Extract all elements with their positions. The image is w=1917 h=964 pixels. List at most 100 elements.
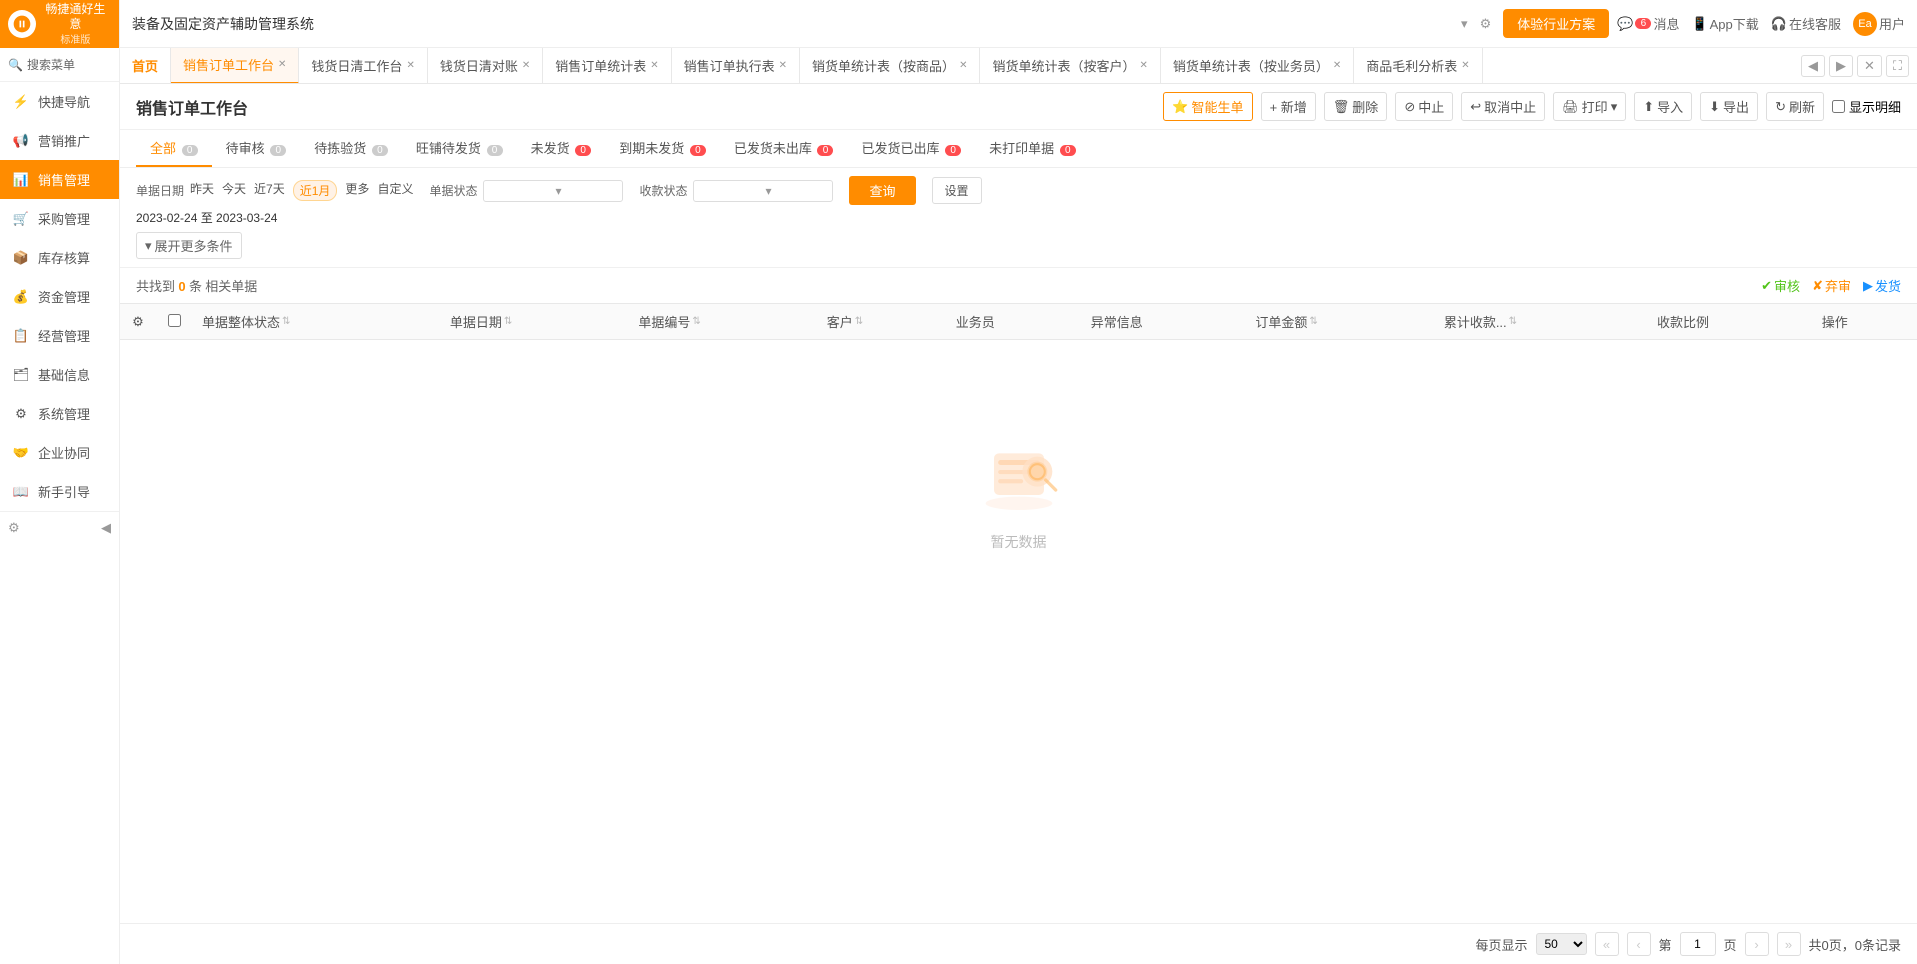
sub-tab-wangpu[interactable]: 旺铺待发货 0	[402, 130, 517, 167]
th-ratio[interactable]: 收款比例	[1647, 304, 1812, 340]
print-btn[interactable]: 🖨 打印 ▾	[1553, 92, 1626, 121]
sidebar-item-marketing[interactable]: 📢 营销推广	[0, 121, 119, 160]
settings-icon[interactable]: ⚙	[8, 520, 20, 536]
th-date[interactable]: 单据日期 ⇅	[440, 304, 628, 340]
tab-cash-reconcile-close[interactable]: ✕	[522, 60, 530, 71]
send-action-btn[interactable]: ▶ 发货	[1863, 276, 1901, 295]
import-btn[interactable]: ⬆ 导入	[1634, 92, 1692, 121]
tab-close-all-btn[interactable]: ✕	[1857, 55, 1882, 77]
date-more[interactable]: 更多	[345, 180, 369, 201]
review-action-btn[interactable]: ✔ 审核	[1761, 276, 1800, 295]
sidebar-item-quick-nav[interactable]: ⚡ 快捷导航	[0, 82, 119, 121]
show-detail-checkbox[interactable]	[1832, 100, 1845, 113]
smart-create-btn[interactable]: ⭐ 智能生单	[1163, 92, 1252, 121]
th-error[interactable]: 异常信息	[1081, 304, 1246, 340]
dropdown-arrow[interactable]: ▾	[1461, 16, 1468, 32]
message-btn[interactable]: 💬 6 消息	[1617, 14, 1679, 33]
set-btn[interactable]: 设置	[932, 177, 982, 204]
tab-sales-order-close[interactable]: ✕	[278, 59, 286, 70]
tab-sales-by-staff-close[interactable]: ✕	[1333, 60, 1341, 71]
user-btn[interactable]: Ea 用户	[1853, 12, 1905, 36]
settings-btn[interactable]: ⚙	[1476, 12, 1496, 36]
show-detail-toggle[interactable]: 显示明细	[1832, 97, 1901, 116]
payment-select[interactable]: ▾	[693, 180, 833, 202]
th-operation[interactable]: 操作	[1812, 304, 1917, 340]
sidebar-item-finance[interactable]: 💰 资金管理	[0, 277, 119, 316]
sub-tab-not-shipped[interactable]: 未发货 0	[517, 130, 606, 167]
collapse-icon[interactable]: ◀	[101, 520, 111, 536]
tab-fullscreen-btn[interactable]: ⛶	[1886, 55, 1909, 77]
tab-sales-exec[interactable]: 销售订单执行表 ✕	[672, 48, 800, 84]
tab-sales-by-product[interactable]: 销货单统计表（按商品） ✕	[800, 48, 980, 84]
sidebar-item-enterprise[interactable]: 🤝 企业协同	[0, 433, 119, 472]
tab-prev-btn[interactable]: ◀	[1801, 55, 1825, 77]
column-settings-icon[interactable]: ⚙	[132, 314, 144, 329]
date-7days[interactable]: 近7天	[254, 180, 285, 201]
tab-next-btn[interactable]: ▶	[1829, 55, 1853, 77]
sub-tab-shipped-not-out[interactable]: 已发货未出库 0	[720, 130, 848, 167]
tab-sales-by-staff[interactable]: 销货单统计表（按业务员） ✕	[1161, 48, 1354, 84]
date-custom[interactable]: 自定义	[377, 180, 413, 201]
query-btn[interactable]: 查询	[849, 176, 915, 205]
th-amount[interactable]: 订单金额 ⇅	[1245, 304, 1433, 340]
tab-sales-order[interactable]: 销售订单工作台 ✕	[171, 48, 299, 84]
tab-sales-by-product-close[interactable]: ✕	[959, 60, 967, 71]
select-all-checkbox[interactable]	[168, 314, 181, 327]
page-title: 销售订单工作台	[136, 95, 1155, 119]
expand-btn[interactable]: ▾ 展开更多条件	[136, 232, 242, 259]
th-settings[interactable]: ⚙	[120, 304, 156, 340]
sub-tab-pending-review[interactable]: 待审核 0	[212, 130, 301, 167]
sidebar-item-system[interactable]: ⚙ 系统管理	[0, 394, 119, 433]
sub-tab-shipped-out[interactable]: 已发货已出库 0	[847, 130, 975, 167]
tab-home[interactable]: 首页	[120, 48, 171, 84]
page-next-btn[interactable]: ›	[1745, 932, 1769, 956]
sidebar-item-operations[interactable]: 📋 经营管理	[0, 316, 119, 355]
stop-btn[interactable]: ⊘ 中止	[1395, 92, 1453, 121]
tab-sales-stats[interactable]: 销售订单统计表 ✕	[543, 48, 671, 84]
page-next-last-btn[interactable]: »	[1777, 932, 1801, 956]
th-customer[interactable]: 客户 ⇅	[817, 304, 946, 340]
delete-icon: 🗑	[1333, 99, 1350, 115]
sidebar-item-tutorial[interactable]: 📖 新手引导	[0, 472, 119, 511]
industry-btn[interactable]: 体验行业方案	[1503, 9, 1609, 38]
page-size-select[interactable]: 50 100 200	[1536, 933, 1587, 955]
tab-gross-profit-close[interactable]: ✕	[1461, 60, 1469, 71]
date-today[interactable]: 今天	[222, 180, 246, 201]
status-select[interactable]: ▾	[483, 180, 623, 202]
th-staff[interactable]: 业务员	[946, 304, 1081, 340]
tab-sales-by-customer-close[interactable]: ✕	[1139, 60, 1147, 71]
tab-cash-daily-close[interactable]: ✕	[406, 60, 414, 71]
sub-tab-not-printed[interactable]: 未打印单据 0	[975, 130, 1090, 167]
th-collected[interactable]: 累计收款... ⇅	[1434, 304, 1647, 340]
th-number[interactable]: 单据编号 ⇅	[628, 304, 816, 340]
page-prev-btn[interactable]: ‹	[1627, 932, 1651, 956]
th-status[interactable]: 单据整体状态 ⇅	[192, 304, 440, 340]
cancel-stop-btn[interactable]: ↩ 取消中止	[1461, 92, 1545, 121]
add-btn[interactable]: + 新增	[1261, 92, 1316, 121]
refresh-btn[interactable]: ↻ 刷新	[1766, 92, 1824, 121]
sidebar-item-inventory[interactable]: 📦 库存核算	[0, 238, 119, 277]
tab-gross-profit[interactable]: 商品毛利分析表 ✕	[1354, 48, 1482, 84]
sidebar-item-basic-info[interactable]: 🗂 基础信息	[0, 355, 119, 394]
date-1month[interactable]: 近1月	[293, 180, 338, 201]
sub-tab-pending-check[interactable]: 待拣验货 0	[300, 130, 402, 167]
sub-tab-all[interactable]: 全部 0	[136, 130, 212, 167]
tab-sales-exec-close[interactable]: ✕	[779, 60, 787, 71]
tab-sales-by-customer[interactable]: 销货单统计表（按客户） ✕	[980, 48, 1160, 84]
tab-cash-reconcile[interactable]: 钱货日清对账 ✕	[428, 48, 543, 84]
th-checkbox[interactable]	[156, 304, 192, 340]
delete-btn[interactable]: 🗑 删除	[1324, 92, 1388, 121]
tab-sales-stats-close[interactable]: ✕	[650, 60, 658, 71]
cancel-review-action-btn[interactable]: ✘ 弃审	[1812, 276, 1851, 295]
page-prev-first-btn[interactable]: «	[1595, 932, 1619, 956]
page-input[interactable]	[1680, 932, 1716, 956]
app-download-btn[interactable]: 📱 App下载	[1691, 14, 1758, 33]
date-yesterday[interactable]: 昨天	[190, 180, 214, 201]
online-service-btn[interactable]: 🎧 在线客服	[1771, 14, 1841, 33]
sidebar-search[interactable]: 🔍 搜索菜单	[0, 48, 119, 82]
sub-tab-expired[interactable]: 到期未发货 0	[605, 130, 720, 167]
sidebar-item-sales[interactable]: 📊 销售管理	[0, 160, 119, 199]
tab-cash-daily[interactable]: 钱货日清工作台 ✕	[299, 48, 427, 84]
sidebar-item-purchase[interactable]: 🛒 采购管理	[0, 199, 119, 238]
export-btn[interactable]: ⬇ 导出	[1700, 92, 1758, 121]
